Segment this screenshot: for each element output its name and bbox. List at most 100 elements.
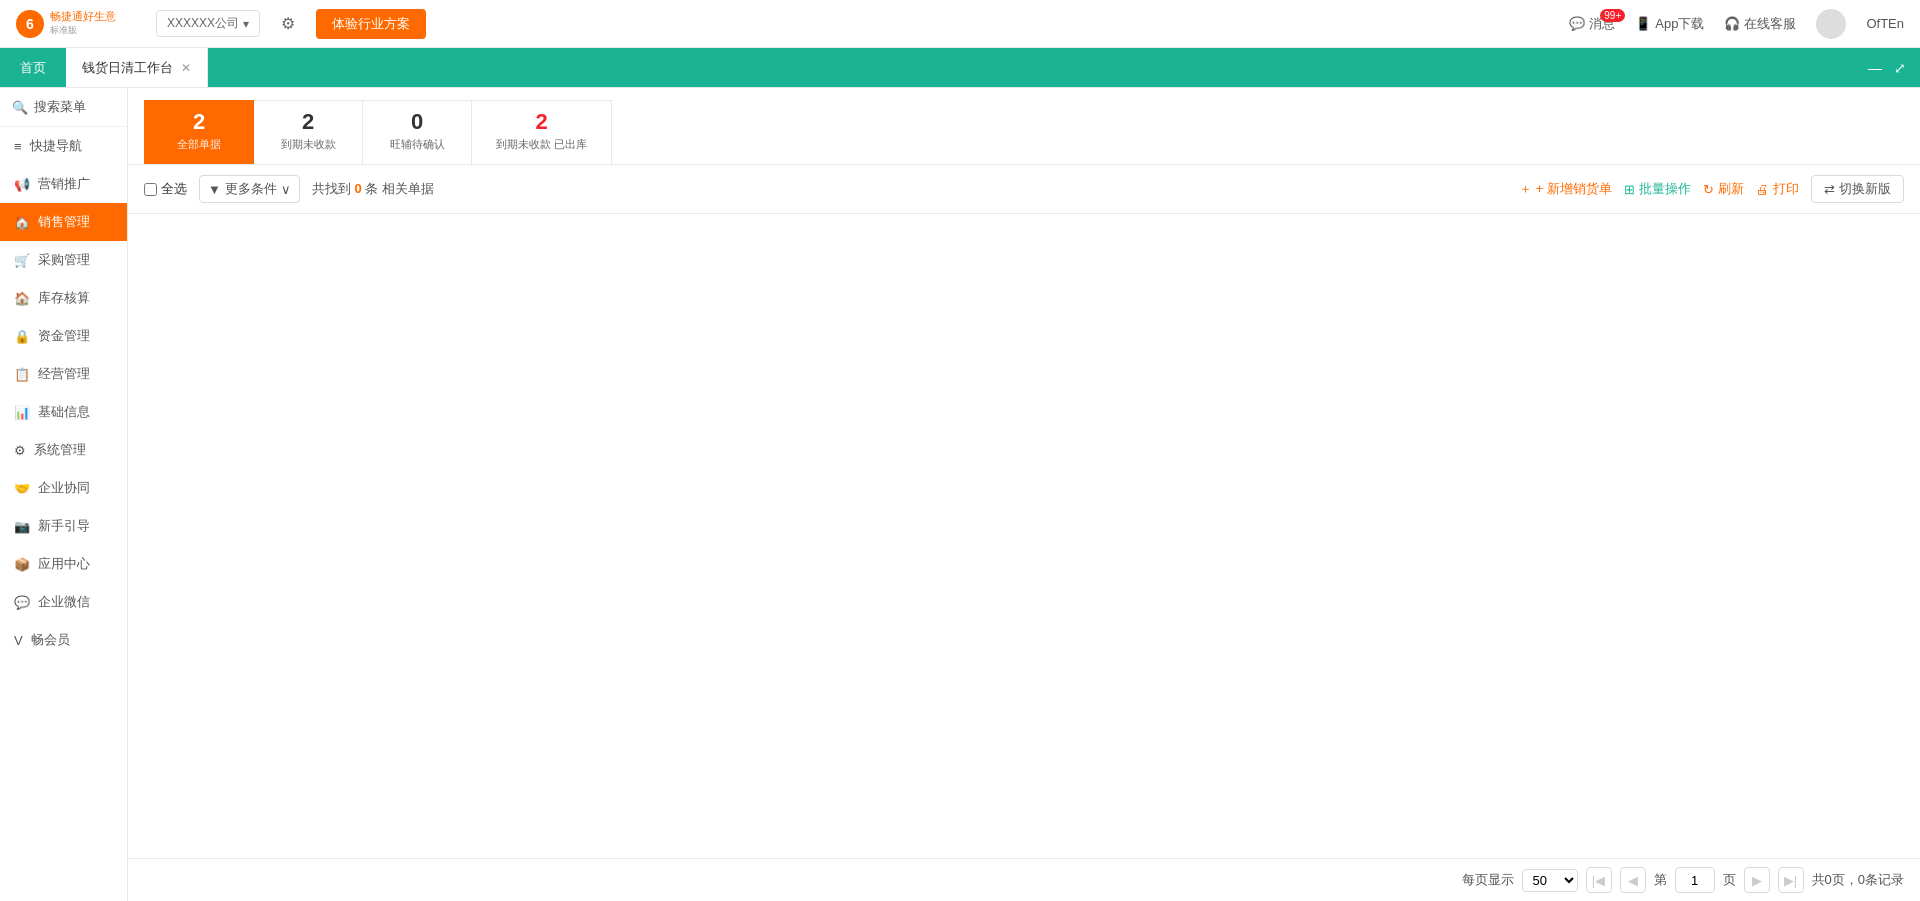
sidebar-item-apps[interactable]: 📦 应用中心 [0,545,127,583]
system-label: 系统管理 [34,441,86,459]
search-label: 搜索菜单 [34,98,86,116]
filter-button[interactable]: ▼ 更多条件 ∨ [199,175,300,203]
trial-button[interactable]: 体验行业方案 [316,9,426,39]
online-service-button[interactable]: 🎧 在线客服 [1724,15,1796,33]
sidebar-item-inventory[interactable]: 🏠 库存核算 [0,279,127,317]
nav-label: 快捷导航 [30,137,82,155]
message-badge: 99 [1600,9,1625,22]
settings-button[interactable]: ⚙ [272,8,304,40]
stat-tab-1[interactable]: 2到期未收款 [253,100,363,164]
sidebar-item-capital[interactable]: 🔒 资金管理 [0,317,127,355]
sidebar: 🔍 搜索菜单 ≡ 快捷导航 📢 营销推广 🏠 销售管理 🛒 采购管理 🏠 库存核… [0,88,128,901]
avatar[interactable] [1816,9,1846,39]
page-suffix: 页 [1723,871,1736,889]
tab-home[interactable]: 首页 [0,48,66,87]
toolbar-right: ＋ + 新增销货单 ⊞ 批量操作 ↻ 刷新 🖨 打印 [1519,175,1904,203]
nav-icon: ≡ [14,139,22,154]
tab-maximize-icon[interactable]: ⤢ [1892,58,1908,78]
stats-tabs: 2全部单据2到期未收款0旺辅待确认2到期未收款 已出库 [128,88,1920,165]
logo-badge: 标准版 [50,24,116,37]
wechat-label: 企业微信 [38,593,90,611]
sidebar-item-enterprise[interactable]: 🤝 企业协同 [0,469,127,507]
dropdown-arrow-icon: ▾ [243,17,249,31]
logo-area: 6 畅捷通好生意 标准版 [16,10,144,38]
sidebar-item-operation[interactable]: 📋 经营管理 [0,355,127,393]
sidebar-item-member[interactable]: V 畅会员 [0,621,127,659]
sidebar-item-sales[interactable]: 🏠 销售管理 [0,203,127,241]
operation-icon: 📋 [14,367,30,382]
toolbar-left: 全选 ▼ 更多条件 ∨ 共找到 0 条 相关单据 [144,175,1507,203]
first-page-button[interactable]: |◀ [1586,867,1612,893]
company-selector[interactable]: XXXXXX公司 ▾ [156,10,260,37]
sidebar-item-wechat[interactable]: 💬 企业微信 [0,583,127,621]
guide-label: 新手引导 [38,517,90,535]
refresh-button[interactable]: ↻ 刷新 [1703,180,1744,198]
promo-icon: 📢 [14,177,30,192]
total-label: 共0页，0条记录 [1812,871,1904,889]
content-inner: 2全部单据2到期未收款0旺辅待确认2到期未收款 已出库 全选 ▼ 更多条件 ∨ … [128,88,1920,901]
batch-icon: ⊞ [1624,182,1635,197]
basic-label: 基础信息 [38,403,90,421]
purchase-label: 采购管理 [38,251,90,269]
wechat-icon: 💬 [14,595,30,610]
select-all-label: 全选 [161,180,187,198]
page-input[interactable] [1675,867,1715,893]
inventory-label: 库存核算 [38,289,90,307]
sidebar-search[interactable]: 🔍 搜索菜单 [0,88,127,127]
stat-label-0: 全部单据 [177,137,221,152]
found-count: 0 [355,181,362,196]
operation-label: 经营管理 [38,365,90,383]
logo-icon: 6 [16,10,44,38]
sidebar-item-nav[interactable]: ≡ 快捷导航 [0,127,127,165]
tab-label: 钱货日清工作台 [82,59,173,77]
tab-active[interactable]: 钱货日清工作台 ✕ [66,48,208,87]
table-area [128,214,1920,858]
sidebar-item-guide[interactable]: 📷 新手引导 [0,507,127,545]
message-icon: 💬 [1569,16,1585,31]
found-text: 共找到 0 条 相关单据 [312,180,434,198]
user-name: OfTEn [1866,16,1904,31]
select-all-checkbox[interactable]: 全选 [144,180,187,198]
sidebar-item-promo[interactable]: 📢 营销推广 [0,165,127,203]
switch-icon: ⇄ [1824,182,1835,197]
stat-tab-2[interactable]: 0 旺辅待确认 [362,100,472,164]
search-icon: 🔍 [12,100,28,115]
switch-version-button[interactable]: ⇄ 切换新版 [1811,175,1904,203]
next-page-button[interactable]: ▶ [1744,867,1770,893]
capital-label: 资金管理 [38,327,90,345]
stat-num-2: 0 [411,109,423,135]
print-button[interactable]: 🖨 打印 [1756,180,1799,198]
guide-icon: 📷 [14,519,30,534]
tab-bar: 首页 钱货日清工作台 ✕ — ⤢ [0,48,1920,88]
member-icon: V [14,633,23,648]
sidebar-item-purchase[interactable]: 🛒 采购管理 [0,241,127,279]
system-icon: ⚙ [14,443,26,458]
stat-num-1: 2 [302,109,314,135]
stat-tab-0[interactable]: 2全部单据 [144,100,254,164]
stat-label-3: 到期未收款 已出库 [496,137,587,152]
refresh-icon: ↻ [1703,182,1714,197]
pagination: 每页显示 102050100 |◀ ◀ 第 页 ▶ ▶| 共0页，0条记录 [128,858,1920,901]
last-page-button[interactable]: ▶| [1778,867,1804,893]
select-all-input[interactable] [144,183,157,196]
per-page-select[interactable]: 102050100 [1522,869,1578,892]
stat-tab-3[interactable]: 2到期未收款 已出库 [471,100,612,164]
sales-label: 销售管理 [38,213,90,231]
app-download-button[interactable]: 📱 App下载 [1635,15,1704,33]
purchase-icon: 🛒 [14,253,30,268]
batch-button[interactable]: ⊞ 批量操作 [1624,180,1691,198]
empty-state [128,214,1920,858]
apps-label: 应用中心 [38,555,90,573]
messages-button[interactable]: 💬 消息 99 [1569,15,1615,33]
stat-label-2: 旺辅待确认 [390,137,445,152]
sidebar-item-system[interactable]: ⚙ 系统管理 [0,431,127,469]
enterprise-icon: 🤝 [14,481,30,496]
tab-close-icon[interactable]: ✕ [181,61,191,75]
sidebar-item-basic[interactable]: 📊 基础信息 [0,393,127,431]
tab-bar-actions: — ⤢ [1866,58,1920,78]
main-layout: 🔍 搜索菜单 ≡ 快捷导航 📢 营销推广 🏠 销售管理 🛒 采购管理 🏠 库存核… [0,88,1920,901]
add-order-button[interactable]: ＋ + 新增销货单 [1519,180,1612,198]
tab-minimize-icon[interactable]: — [1866,58,1884,78]
prev-page-button[interactable]: ◀ [1620,867,1646,893]
toolbar: 全选 ▼ 更多条件 ∨ 共找到 0 条 相关单据 [128,165,1920,214]
